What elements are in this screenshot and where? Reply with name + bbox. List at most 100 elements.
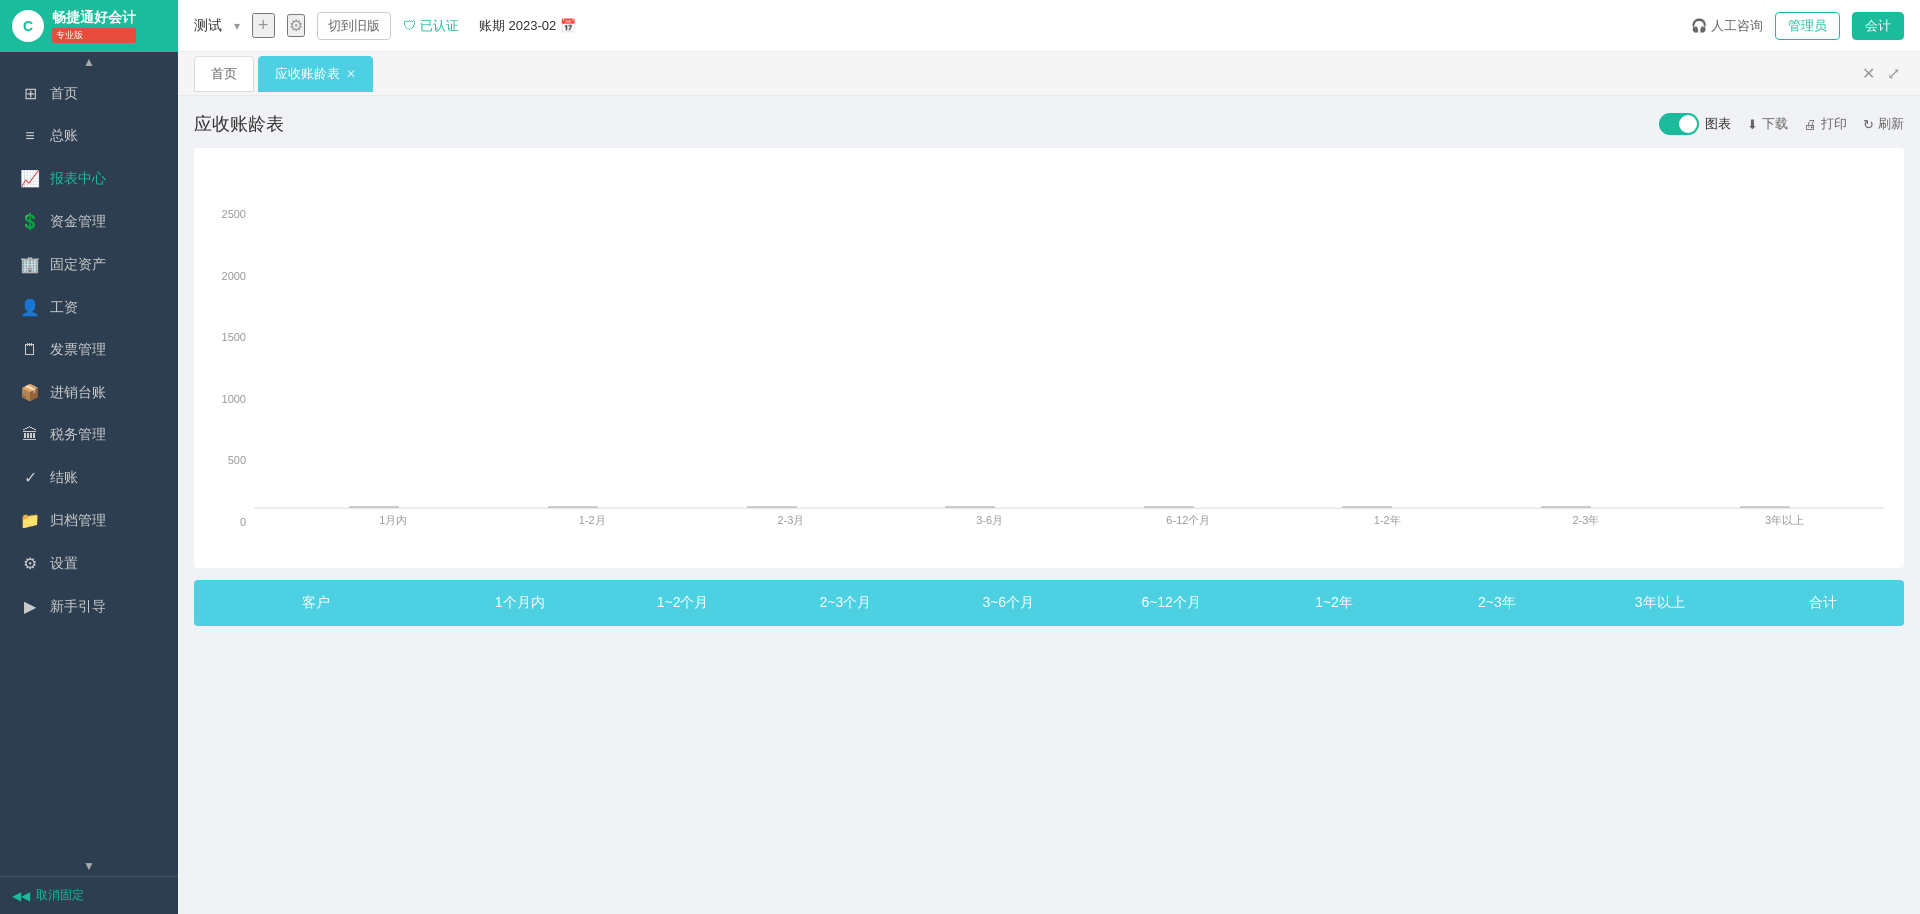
sidebar-item-tax[interactable]: 🏛 税务管理 <box>0 414 178 456</box>
sidebar-scroll-up[interactable]: ▲ <box>0 52 178 72</box>
bar <box>747 506 797 508</box>
chart-y-axis: 0 500 1000 1500 2000 2500 <box>214 208 254 528</box>
sidebar-cancel-fixed[interactable]: ◀◀ 取消固定 <box>0 876 178 914</box>
funds-icon: 💲 <box>20 212 40 231</box>
table-header-cell: 3年以上 <box>1578 594 1741 612</box>
print-icon: 🖨 <box>1804 117 1817 132</box>
y-label-2500: 2500 <box>214 208 254 220</box>
sidebar-item-label: 工资 <box>50 299 78 317</box>
company-dropdown-icon[interactable]: ▾ <box>234 19 240 33</box>
certified-badge: 🛡 已认证 <box>403 17 459 35</box>
y-label-1500: 1500 <box>214 331 254 343</box>
page-actions: 图表 ⬇ 下载 🖨 打印 ↻ 刷新 <box>1659 113 1904 135</box>
tab-home[interactable]: 首页 <box>194 56 254 92</box>
table-header-cell: 3~6个月 <box>927 594 1090 612</box>
old-version-button[interactable]: 切到旧版 <box>317 12 391 40</box>
bar <box>945 506 995 508</box>
tab-home-label: 首页 <box>211 65 237 83</box>
add-button[interactable]: + <box>252 13 275 38</box>
table-header-cell: 2~3个月 <box>764 594 927 612</box>
print-button[interactable]: 🖨 打印 <box>1804 115 1847 133</box>
tabbar-close-icon[interactable]: ✕ <box>1858 60 1879 87</box>
chart-area: 0 500 1000 1500 2000 2500 <box>214 168 1884 528</box>
chart-plot-wrap: 1月内1-2月2-3月3-6月6-12个月1-2年2-3年3年以上 <box>254 508 1884 528</box>
admin-button[interactable]: 管理员 <box>1775 12 1840 40</box>
sidebar-item-closing[interactable]: ✓ 结账 <box>0 456 178 499</box>
sidebar-item-funds[interactable]: 💲 资金管理 <box>0 200 178 243</box>
bar <box>1740 506 1790 508</box>
sidebar-item-label: 发票管理 <box>50 341 106 359</box>
table-container: 客户1个月内1~2个月2~3个月3~6个月6~12个月1~2年2~3年3年以上合… <box>194 580 1904 626</box>
y-label-2000: 2000 <box>214 270 254 282</box>
settings-icon: ⚙ <box>20 554 40 573</box>
x-label: 1月内 <box>294 513 493 528</box>
guide-icon: ▶ <box>20 597 40 616</box>
period-label: 账期 <box>479 17 505 35</box>
sidebar-item-reports[interactable]: 📈 报表中心 <box>0 157 178 200</box>
x-labels-row: 1月内1-2月2-3月3-6月6-12个月1-2年2-3年3年以上 <box>254 513 1884 528</box>
sidebar-item-assets[interactable]: 🏢 固定资产 <box>0 243 178 286</box>
y-label-1000: 1000 <box>214 393 254 405</box>
tabbar: 首页 应收账龄表 ✕ ✕ ⤢ <box>178 52 1920 96</box>
app-logo: C 畅捷通好会计 专业版 <box>0 0 178 52</box>
sidebar-item-guide[interactable]: ▶ 新手引导 <box>0 585 178 628</box>
sidebar-footer-label: 取消固定 <box>36 887 84 904</box>
logo-icon: C <box>12 10 44 42</box>
tab-close-icon[interactable]: ✕ <box>346 67 356 81</box>
bar <box>548 506 598 508</box>
sidebar-item-purchase[interactable]: 📦 进销台账 <box>0 371 178 414</box>
sidebar-item-label: 结账 <box>50 469 78 487</box>
ledger-icon: ≡ <box>20 127 40 145</box>
refresh-label: 刷新 <box>1878 115 1904 133</box>
settings-button[interactable]: ⚙ <box>287 14 305 37</box>
tab-ar-aging-label: 应收账龄表 <box>275 65 340 83</box>
company-name: 测试 <box>194 17 222 35</box>
bar <box>1541 506 1591 508</box>
sidebar-item-label: 固定资产 <box>50 256 106 274</box>
closing-icon: ✓ <box>20 468 40 487</box>
x-label: 3-6月 <box>890 513 1089 528</box>
x-label: 2-3年 <box>1487 513 1686 528</box>
refresh-icon: ↻ <box>1863 117 1874 132</box>
chart-toggle[interactable] <box>1659 113 1699 135</box>
sidebar-nav: ⊞ 首页 ≡ 总账 📈 报表中心 💲 资金管理 🏢 固定资产 👤 工资 🗒 发票… <box>0 72 178 856</box>
page-header: 应收账龄表 图表 ⬇ 下载 🖨 打印 ↻ 刷新 <box>194 112 1904 136</box>
sidebar-item-archive[interactable]: 📁 归档管理 <box>0 499 178 542</box>
bar <box>349 506 399 508</box>
service-label: 人工咨询 <box>1711 17 1763 35</box>
content-area: 应收账龄表 图表 ⬇ 下载 🖨 打印 ↻ 刷新 <box>178 96 1920 914</box>
table-header-cell: 1~2个月 <box>601 594 764 612</box>
download-button[interactable]: ⬇ 下载 <box>1747 115 1788 133</box>
bar <box>1342 506 1392 508</box>
tab-ar-aging[interactable]: 应收账龄表 ✕ <box>258 56 373 92</box>
table-header-cell: 客户 <box>194 594 438 612</box>
sidebar-item-payroll[interactable]: 👤 工资 <box>0 286 178 329</box>
y-label-0: 0 <box>214 516 254 528</box>
app-version: 专业版 <box>52 28 136 43</box>
topbar: 测试 ▾ + ⚙ 切到旧版 🛡 已认证 账期 2023-02 📅 🎧 人工咨询 … <box>178 0 1920 52</box>
service-button[interactable]: 🎧 人工咨询 <box>1691 17 1763 35</box>
sidebar-item-label: 首页 <box>50 85 78 103</box>
sidebar-item-ledger[interactable]: ≡ 总账 <box>0 115 178 157</box>
home-icon: ⊞ <box>20 84 40 103</box>
sidebar-scroll-down[interactable]: ▼ <box>0 856 178 876</box>
sidebar-item-invoice[interactable]: 🗒 发票管理 <box>0 329 178 371</box>
table-header-cell: 6~12个月 <box>1090 594 1253 612</box>
certified-label: 已认证 <box>420 17 459 35</box>
refresh-button[interactable]: ↻ 刷新 <box>1863 115 1904 133</box>
sidebar-item-home[interactable]: ⊞ 首页 <box>0 72 178 115</box>
accountant-button[interactable]: 会计 <box>1852 12 1904 40</box>
logo-text-group: 畅捷通好会计 专业版 <box>52 9 136 43</box>
chart-toggle-label: 图表 <box>1705 115 1731 133</box>
print-label: 打印 <box>1821 115 1847 133</box>
x-label: 2-3月 <box>692 513 891 528</box>
sidebar-item-settings[interactable]: ⚙ 设置 <box>0 542 178 585</box>
payroll-icon: 👤 <box>20 298 40 317</box>
toggle-knob <box>1679 115 1697 133</box>
download-icon: ⬇ <box>1747 117 1758 132</box>
period-display: 账期 2023-02 📅 <box>479 17 577 35</box>
tabbar-expand-icon[interactable]: ⤢ <box>1883 60 1904 87</box>
sidebar-item-label: 设置 <box>50 555 78 573</box>
table-header-cell: 2~3年 <box>1415 594 1578 612</box>
calendar-icon[interactable]: 📅 <box>560 18 576 33</box>
